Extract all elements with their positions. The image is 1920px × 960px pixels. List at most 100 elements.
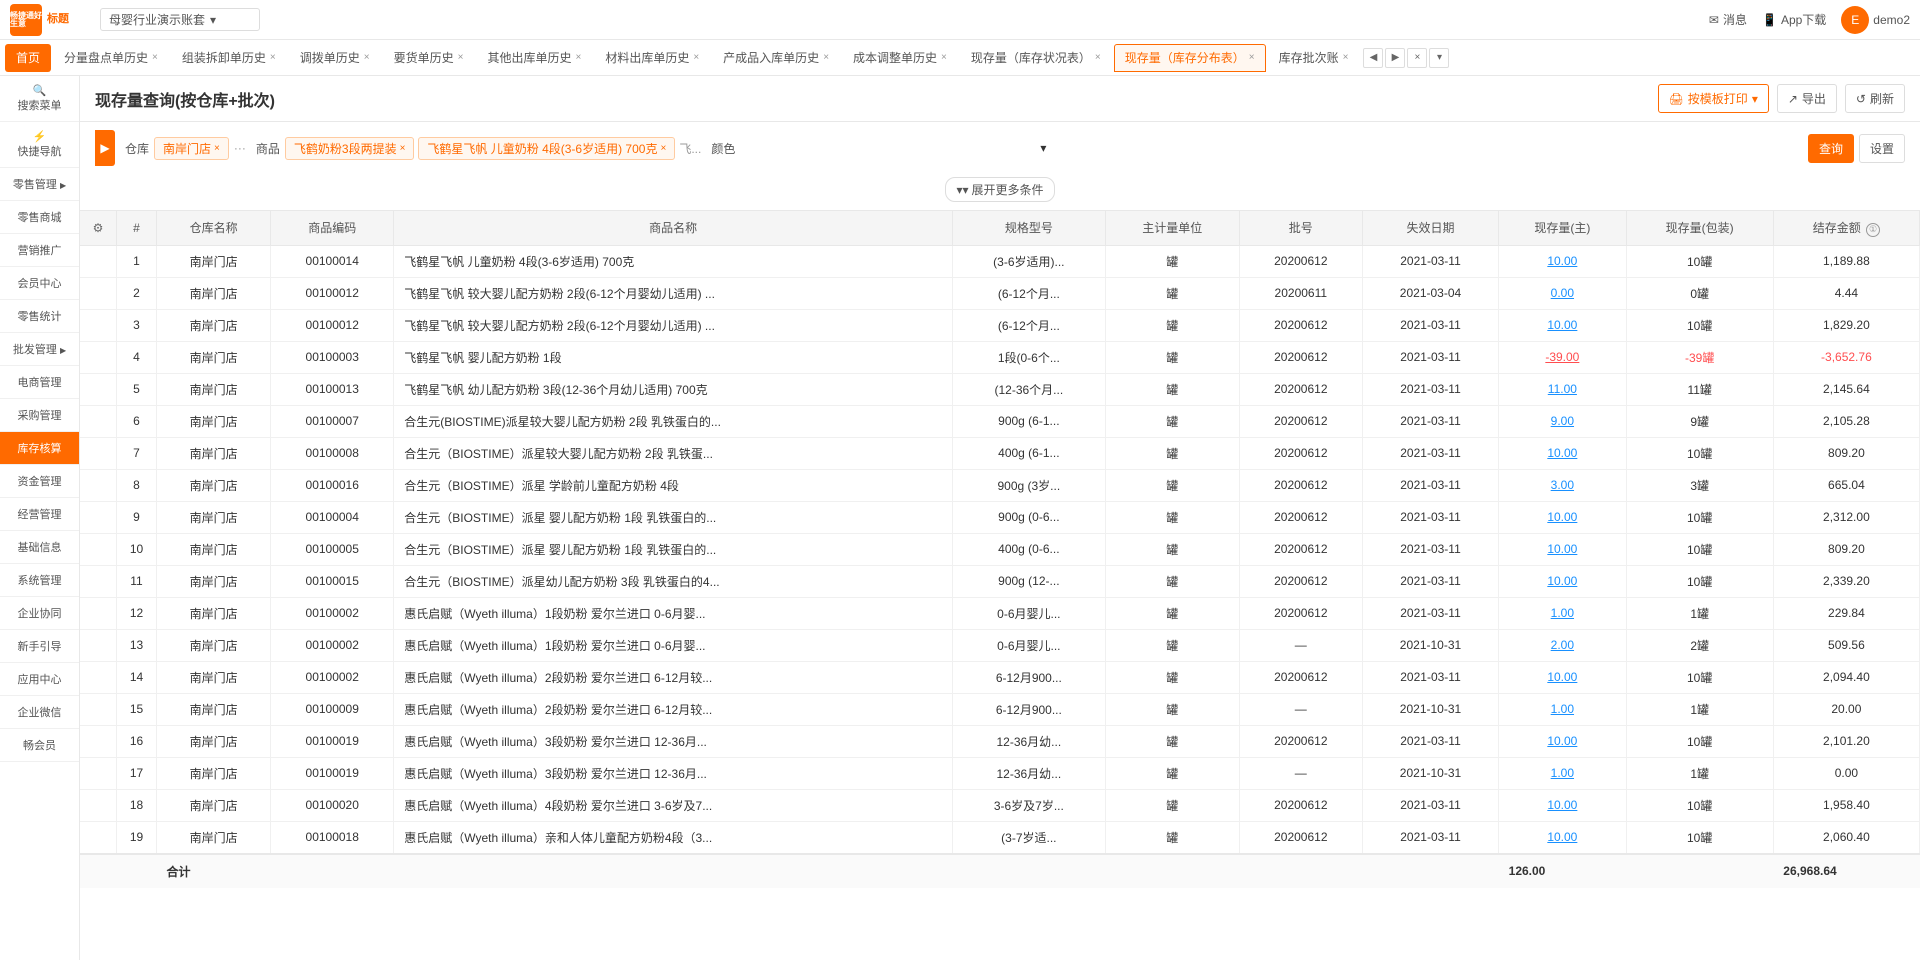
tab-chengben[interactable]: 成本调整单历史 × [842, 44, 958, 72]
refresh-btn[interactable]: ↺ 刷新 [1845, 84, 1905, 113]
tab-kucun-dist[interactable]: 现存量（库存分布表） × [1114, 44, 1266, 72]
cell-stock-main[interactable]: 10.00 [1499, 437, 1626, 469]
cell-spec: 6-12月900... [952, 661, 1105, 693]
tab-qita-close[interactable]: × [575, 52, 581, 63]
cell-batch: 20200612 [1239, 597, 1362, 629]
print-btn[interactable]: 🖨 按模板打印 ▾ [1658, 84, 1769, 113]
cell-stock-main[interactable]: -39.00 [1499, 341, 1626, 373]
tab-kucun-status-close[interactable]: × [1095, 52, 1101, 63]
cell-stock-main[interactable]: 1.00 [1499, 757, 1626, 789]
cell-code: 00100002 [271, 629, 394, 661]
tab-kucun-dist-close[interactable]: × [1249, 52, 1255, 63]
nav-next-arrow[interactable]: ▶ [1385, 48, 1405, 68]
tab-yaohuo[interactable]: 要货单历史 × [383, 44, 475, 72]
company-selector[interactable]: 母婴行业演示账套 ▾ [100, 8, 260, 31]
message-btn[interactable]: ✉ 消息 [1709, 11, 1747, 28]
cell-index: 8 [117, 469, 157, 501]
sidebar-item-purchase[interactable]: 采购管理 [0, 399, 79, 432]
filter-toggle-btn[interactable]: ▶ [95, 130, 115, 166]
tab-fenbu-close[interactable]: × [152, 52, 158, 63]
tab-zuhe[interactable]: 组装拆卸单历史 × [171, 44, 287, 72]
export-btn[interactable]: ↗ 导出 [1777, 84, 1837, 113]
warehouse-more[interactable]: ··· [234, 141, 246, 155]
nav-menu-arrow[interactable]: ▾ [1429, 48, 1449, 68]
user-area[interactable]: E demo2 [1841, 6, 1910, 34]
sidebar-item-enterprise[interactable]: 企业协同 [0, 597, 79, 630]
cell-stock-main[interactable]: 10.00 [1499, 821, 1626, 854]
cell-stock-main[interactable]: 2.00 [1499, 629, 1626, 661]
cell-code: 00100019 [271, 725, 394, 757]
table-settings-icon[interactable]: ⚙ [90, 220, 106, 236]
cell-stock-main[interactable]: 11.00 [1499, 373, 1626, 405]
nav-close-arrow[interactable]: × [1407, 48, 1427, 68]
cell-stock-main[interactable]: 10.00 [1499, 245, 1626, 277]
tab-zuhe-close[interactable]: × [270, 52, 276, 63]
sidebar-item-finance[interactable]: 资金管理 [0, 465, 79, 498]
sidebar-item-member2[interactable]: 畅会员 [0, 729, 79, 762]
tab-qita[interactable]: 其他出库单历史 × [476, 44, 592, 72]
sidebar-item-retailstats[interactable]: 零售统计 [0, 300, 79, 333]
tab-tiaopai[interactable]: 调拨单历史 × [289, 44, 381, 72]
app-download-btn[interactable]: 📱 App下载 [1762, 11, 1826, 28]
cell-spec: 900g (0-6... [952, 501, 1105, 533]
cell-stock-main[interactable]: 10.00 [1499, 725, 1626, 757]
tab-cailiao-close[interactable]: × [693, 52, 699, 63]
sidebar-item-member[interactable]: 会员中心 [0, 267, 79, 300]
cell-stock-main[interactable]: 9.00 [1499, 405, 1626, 437]
sidebar-item-wechat[interactable]: 企业微信 [0, 696, 79, 729]
balance-info-icon[interactable]: ① [1866, 223, 1880, 237]
cell-stock-main[interactable]: 10.00 [1499, 533, 1626, 565]
tab-kucun-status[interactable]: 现存量（库存状况表） × [960, 44, 1112, 72]
cell-spec: 6-12月900... [952, 693, 1105, 725]
sidebar-item-operation[interactable]: 经营管理 [0, 498, 79, 531]
cell-stock-main[interactable]: 3.00 [1499, 469, 1626, 501]
sidebar-item-retailshop[interactable]: 零售商城 [0, 201, 79, 234]
tab-cailiao[interactable]: 材料出库单历史 × [594, 44, 710, 72]
sidebar-item-ecom[interactable]: 电商管理 [0, 366, 79, 399]
sidebar-item-marketing[interactable]: 营销推广 [0, 234, 79, 267]
product-tag-2-close[interactable]: × [660, 143, 666, 154]
cell-batch: 20200612 [1239, 725, 1362, 757]
tab-chengben-close[interactable]: × [941, 52, 947, 63]
cell-stock-main[interactable]: 0.00 [1499, 277, 1626, 309]
tab-chanliao-close[interactable]: × [823, 52, 829, 63]
expand-btn[interactable]: ▾▾ 展开更多条件 [945, 177, 1054, 202]
sidebar-item-system[interactable]: 系统管理 [0, 564, 79, 597]
sidebar-item-appcenter[interactable]: 应用中心 [0, 663, 79, 696]
tab-kucun-dist-label: 现存量（库存分布表） [1125, 49, 1245, 66]
product-tag-2-text: 飞鹤星飞帆 儿童奶粉 4段(3-6岁适用) 700克 [427, 140, 657, 157]
cell-code: 00100012 [271, 309, 394, 341]
query-btn[interactable]: 查询 [1808, 134, 1854, 163]
product-filter: 商品 飞鹤奶粉3段两提装 × 飞鹤星飞帆 儿童奶粉 4段(3-6岁适用) 700… [256, 137, 701, 160]
product-more[interactable]: 飞... [679, 140, 701, 157]
sidebar-item-newguide[interactable]: 新手引导 [0, 630, 79, 663]
quicknav-icon: ⚡ [33, 131, 47, 143]
sidebar-item-wholesale[interactable]: 批发管理 ▶ [0, 333, 79, 366]
settings-btn[interactable]: 设置 [1859, 134, 1905, 163]
tab-kucun-batch-close[interactable]: × [1343, 52, 1349, 63]
sidebar-item-search[interactable]: 🔍 搜索菜单 [0, 76, 79, 122]
cell-stock-main[interactable]: 10.00 [1499, 661, 1626, 693]
cell-stock-main[interactable]: 1.00 [1499, 693, 1626, 725]
nav-prev-arrow[interactable]: ◀ [1363, 48, 1383, 68]
tab-fenbu[interactable]: 分量盘点单历史 × [53, 44, 169, 72]
sidebar-item-inventory[interactable]: 库存核算 [0, 432, 79, 465]
cell-stock-main[interactable]: 10.00 [1499, 309, 1626, 341]
warehouse-tag-close[interactable]: × [214, 143, 220, 154]
tab-tiaopai-close[interactable]: × [364, 52, 370, 63]
sidebar-item-quicknav[interactable]: ⚡ 快捷导航 [0, 122, 79, 168]
col-settings[interactable]: ⚙ [80, 211, 117, 245]
cell-stock-main[interactable]: 10.00 [1499, 789, 1626, 821]
cell-stock-main[interactable]: 10.00 [1499, 501, 1626, 533]
cell-stock-main[interactable]: 10.00 [1499, 565, 1626, 597]
cell-stock-main[interactable]: 1.00 [1499, 597, 1626, 629]
sidebar-item-retail[interactable]: 零售管理 ▶ [0, 168, 79, 201]
table-row: 3 南岸门店 00100012 飞鹤星飞帆 较大婴儿配方奶粉 2段(6-12个月… [80, 309, 1920, 341]
tab-chanliao[interactable]: 产成品入库单历史 × [712, 44, 840, 72]
tab-home[interactable]: 首页 [5, 44, 51, 72]
tab-yaohuo-close[interactable]: × [458, 52, 464, 63]
product-tag-1-close[interactable]: × [400, 143, 406, 154]
quicknav-label: 快捷导航 [5, 143, 74, 159]
sidebar-item-basic[interactable]: 基础信息 [0, 531, 79, 564]
tab-kucun-batch[interactable]: 库存批次账 × [1268, 44, 1360, 72]
